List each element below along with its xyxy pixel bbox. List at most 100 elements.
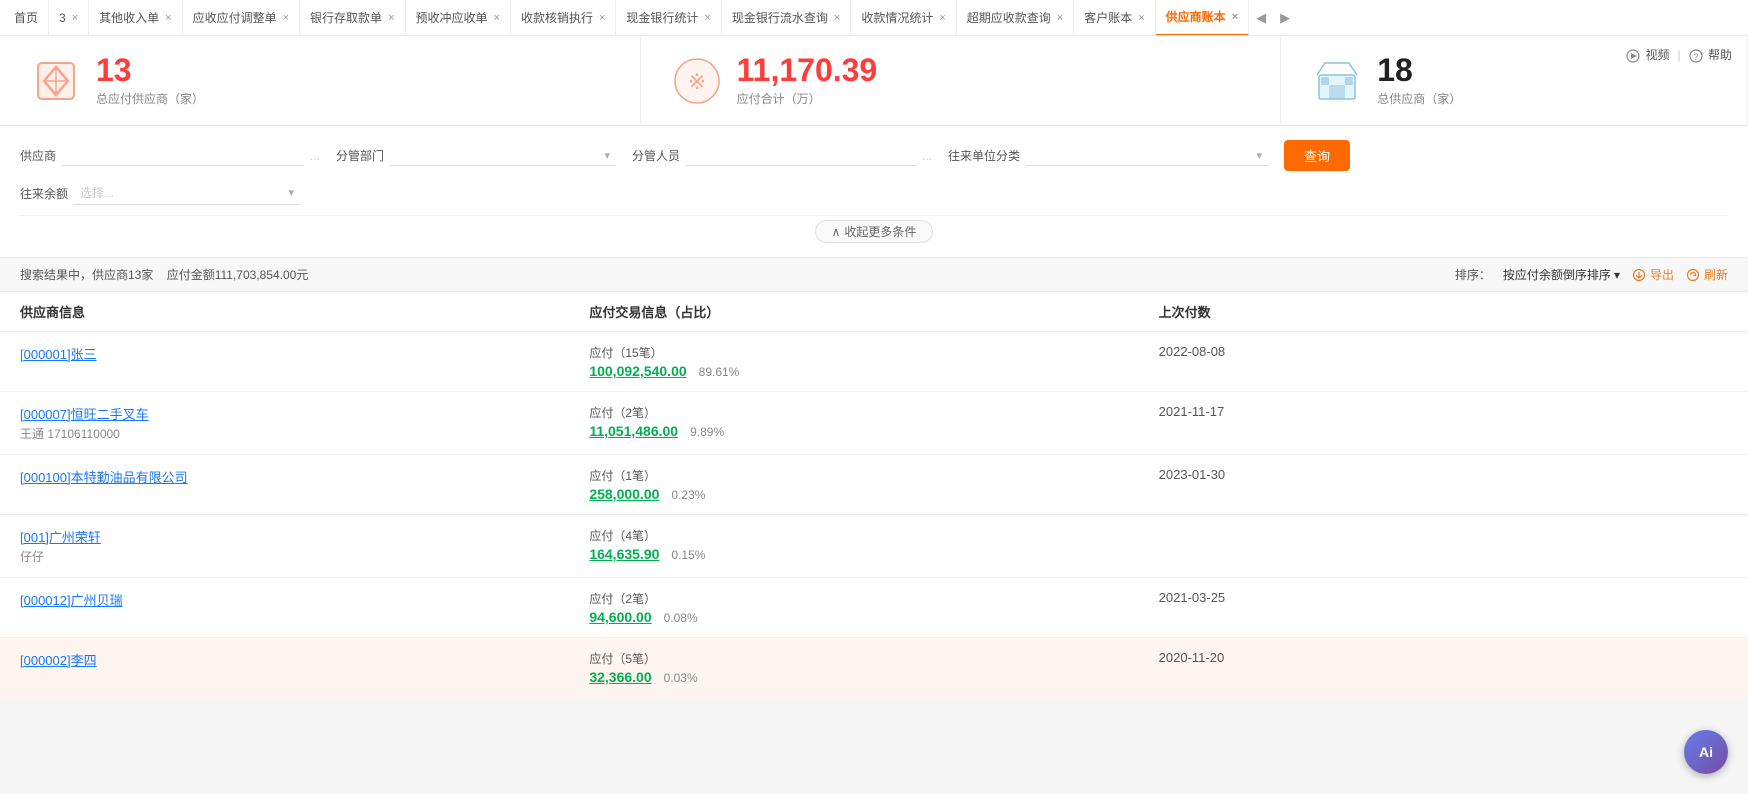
sort-select[interactable]: 按应付余额倒序排序 ▾ [1503, 266, 1620, 283]
top-navigation: 首页 3 × 其他收入单 × 应收应付调整单 × 银行存取款单 × 预收冲应收单… [0, 0, 1748, 36]
last-pay-cell: 2021-11-17 [1159, 404, 1728, 419]
tx-amount[interactable]: 258,000.00 [589, 486, 659, 502]
close-icon[interactable]: × [388, 12, 394, 24]
stat2-label: 应付合计（万） [737, 90, 878, 107]
tx-percent: 0.23% [671, 488, 705, 502]
query-button[interactable]: 查询 [1284, 140, 1350, 171]
supplier-dots[interactable]: ... [310, 149, 320, 163]
sort-value: 按应付余额倒序排序 [1503, 266, 1611, 283]
close-icon[interactable]: × [834, 12, 840, 24]
export-icon [1632, 268, 1646, 282]
tx-label: 应付（5笔） [589, 650, 1158, 667]
balance-label: 往来余额 [20, 185, 68, 202]
nav-tab-prepay-offset[interactable]: 预收冲应收单 × [406, 0, 511, 36]
table-row: [001]广州荣轩 仔仔 应付（4笔） 164,635.90 0.15% [0, 515, 1748, 578]
top-right-links: 视频 | ? 帮助 [1626, 46, 1732, 63]
nav-tab-3[interactable]: 3 × [49, 0, 89, 36]
close-icon[interactable]: × [704, 12, 710, 24]
help-link[interactable]: ? 帮助 [1689, 46, 1732, 63]
tx-label: 应付（15笔） [589, 344, 1158, 361]
tx-info-cell: 应付（5笔） 32,366.00 0.03% [589, 650, 1158, 685]
nav-tab-other-income[interactable]: 其他收入单 × [89, 0, 182, 36]
result-prefix: 搜索结果中，供应商13家 [20, 268, 153, 282]
tx-percent: 0.15% [671, 548, 705, 562]
balance-select[interactable]: 选择... ▾ [74, 181, 300, 205]
supplier-link[interactable]: [000002]李四 [20, 650, 589, 669]
manager-input[interactable] [686, 145, 916, 166]
last-pay-cell: 2020-11-20 [1159, 650, 1728, 665]
supplier-link[interactable]: [000001]张三 [20, 344, 589, 363]
filter-row-1: 供应商 ... 分管部门 ▾ 分管人员 ... 往来单位分类 ▾ 查询 [20, 140, 1728, 171]
tx-info-cell: 应付（15笔） 100,092,540.00 89.61% [589, 344, 1158, 379]
nav-tab-customer-book[interactable]: 客户账本 × [1074, 0, 1155, 36]
nav-tab-ar-ap-adjust[interactable]: 应收应付调整单 × [183, 0, 300, 36]
tx-amount[interactable]: 100,092,540.00 [589, 363, 686, 379]
nav-tab-bank-deposit[interactable]: 银行存取款单 × [300, 0, 405, 36]
close-icon[interactable]: × [939, 12, 945, 24]
chevron-down-icon: ▾ [1256, 149, 1262, 162]
supplier-link[interactable]: [000007]恒旺二手叉车 [20, 404, 589, 423]
nav-tab-receipt-stat[interactable]: 收款情况统计 × [851, 0, 956, 36]
collapse-button[interactable]: ∧ 收起更多条件 [815, 220, 934, 243]
supplier-input[interactable] [62, 145, 304, 166]
supplier-link[interactable]: [000012]广州贝瑞 [20, 590, 589, 609]
last-pay-cell: 2021-03-25 [1159, 590, 1728, 605]
ai-badge[interactable]: Ai [1684, 730, 1728, 774]
svg-text:※: ※ [687, 69, 705, 94]
supplier-link[interactable]: [000100]本特勤油品有限公司 [20, 467, 589, 486]
tx-amount[interactable]: 94,600.00 [589, 609, 651, 625]
tx-percent: 9.89% [690, 425, 724, 439]
filter-area: 供应商 ... 分管部门 ▾ 分管人员 ... 往来单位分类 ▾ 查询 [0, 126, 1748, 258]
col-supplier-info: 供应商信息 [20, 302, 589, 321]
tx-percent: 0.08% [664, 611, 698, 625]
sort-prefix: 排序： [1455, 266, 1491, 283]
tx-info-cell: 应付（2笔） 11,051,486.00 9.89% [589, 404, 1158, 439]
tx-percent: 0.03% [664, 671, 698, 685]
supplier-label: 供应商 [20, 147, 56, 164]
close-icon[interactable]: × [1232, 11, 1238, 23]
nav-tab-overdue-query[interactable]: 超期应收款查询 × [957, 0, 1074, 36]
video-link[interactable]: 视频 [1626, 46, 1669, 63]
nav-tab-receipt-verify[interactable]: 收款核销执行 × [511, 0, 616, 36]
tx-info-cell: 应付（4笔） 164,635.90 0.15% [589, 527, 1158, 562]
tx-amount[interactable]: 32,366.00 [589, 669, 651, 685]
tx-label: 应付（2笔） [589, 590, 1158, 607]
nav-tab-cash-flow-query[interactable]: 现金银行流水查询 × [722, 0, 851, 36]
stat-total-payable-suppliers: 13 总应付供应商（家） [0, 36, 641, 125]
unit-class-select[interactable]: ▾ [1026, 146, 1268, 166]
close-icon[interactable]: × [494, 12, 500, 24]
dept-select[interactable]: ▾ [390, 146, 616, 166]
close-icon[interactable]: × [283, 12, 289, 24]
svg-text:?: ? [1693, 52, 1698, 62]
filter-supplier: 供应商 ... [20, 145, 320, 166]
stat2-text: 11,170.39 应付合计（万） [737, 54, 878, 107]
tx-amount[interactable]: 11,051,486.00 [589, 423, 678, 439]
col-last-pay: 上次付数 [1159, 302, 1728, 321]
table-row: [000001]张三 应付（15笔） 100,092,540.00 89.61%… [0, 332, 1748, 392]
close-icon[interactable]: × [1057, 12, 1063, 24]
manager-dots[interactable]: ... [922, 149, 932, 163]
close-icon[interactable]: × [72, 12, 78, 24]
refresh-button[interactable]: 刷新 [1686, 266, 1728, 283]
tx-amount[interactable]: 164,635.90 [589, 546, 659, 562]
collapse-label: 收起更多条件 [844, 223, 916, 240]
supplier-info-cell: [001]广州荣轩 仔仔 [20, 527, 589, 565]
nav-tab-home[interactable]: 首页 [4, 0, 49, 36]
tx-percent: 89.61% [699, 365, 740, 379]
supplier-sub: 王通 17106110000 [20, 425, 589, 442]
last-pay-date: 2020-11-20 [1159, 650, 1225, 665]
close-icon[interactable]: × [599, 12, 605, 24]
supplier-link[interactable]: [001]广州荣轩 [20, 527, 589, 546]
tx-label: 应付（2笔） [589, 404, 1158, 421]
nav-tab-cash-bank-stat[interactable]: 现金银行统计 × [616, 0, 721, 36]
close-icon[interactable]: × [165, 12, 171, 24]
tx-row: 11,051,486.00 9.89% [589, 421, 1158, 439]
collapse-bar: ∧ 收起更多条件 [20, 215, 1728, 247]
nav-next-arrow[interactable]: ▶ [1273, 0, 1297, 36]
export-button[interactable]: 导出 [1632, 266, 1674, 283]
close-icon[interactable]: × [1138, 12, 1144, 24]
nav-prev-arrow[interactable]: ◀ [1249, 0, 1273, 36]
nav-tab-supplier-book[interactable]: 供应商账本 × [1156, 0, 1249, 36]
filter-dept: 分管部门 ▾ [336, 146, 616, 166]
filter-unit-class: 往来单位分类 ▾ [948, 146, 1268, 166]
